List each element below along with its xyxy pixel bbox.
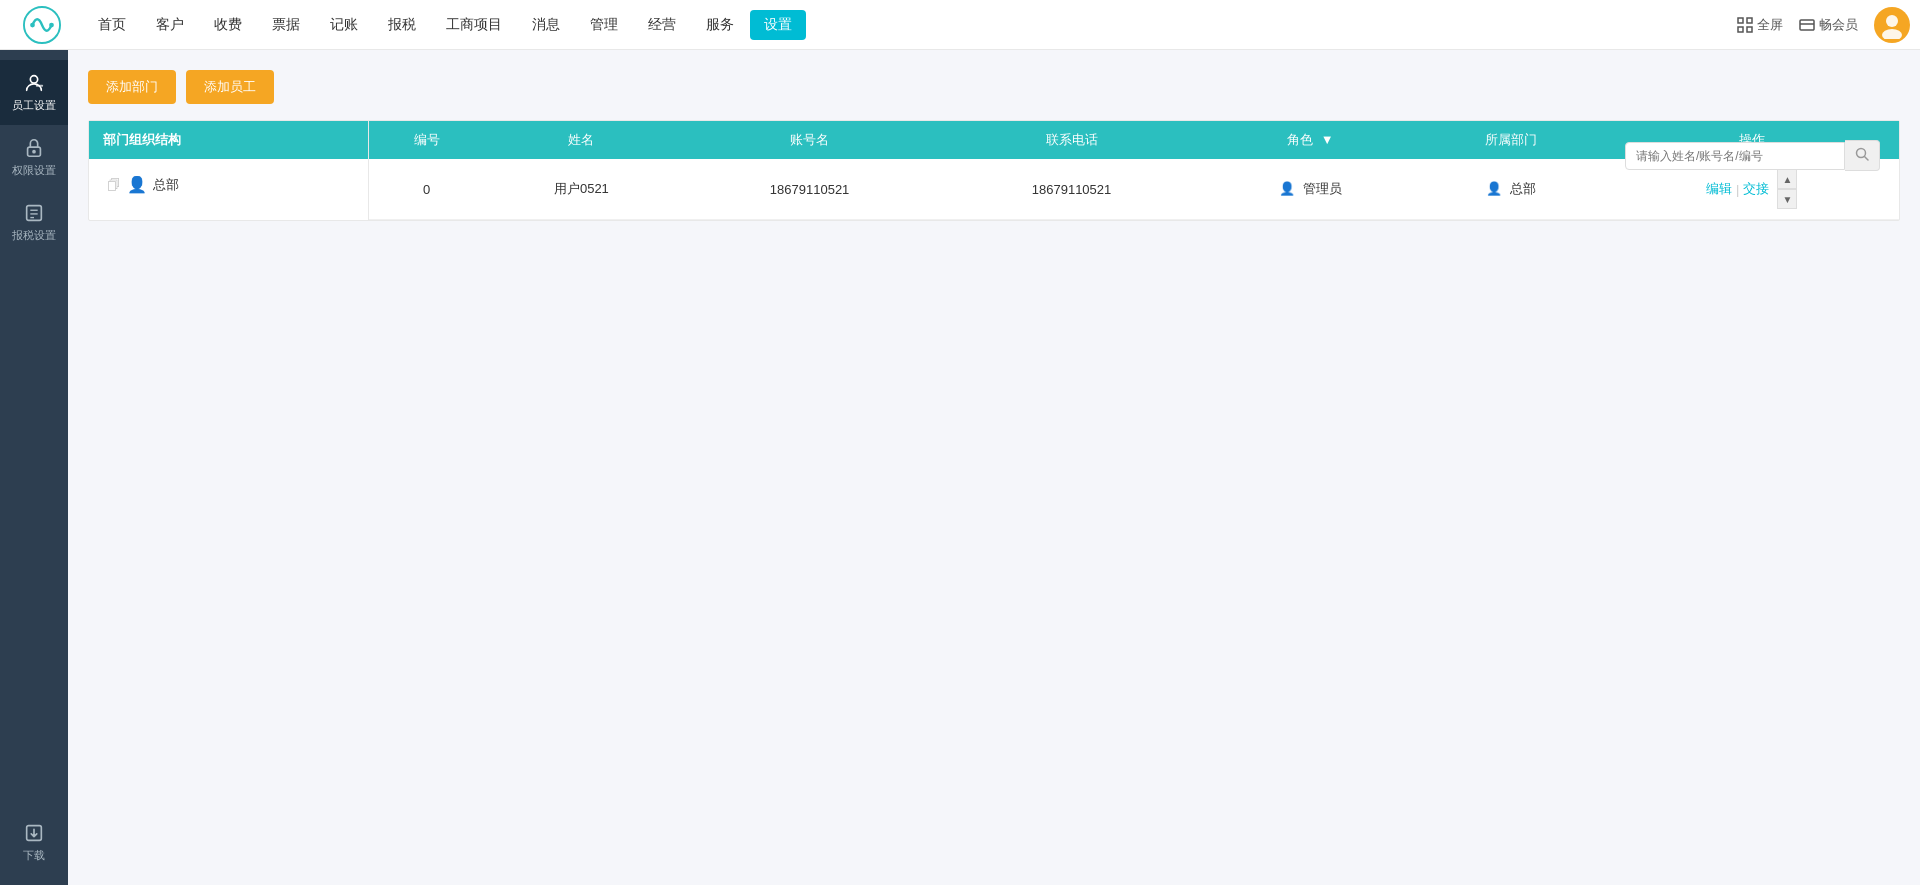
svg-rect-3 (1738, 18, 1743, 23)
nav-item-client[interactable]: 客户 (142, 10, 198, 40)
col-role: 角色 ▼ (1202, 121, 1418, 159)
search-button[interactable] (1845, 140, 1880, 171)
sidebar-item-permission[interactable]: 权限设置 (0, 125, 68, 190)
svg-rect-5 (1738, 27, 1743, 32)
nav-item-message[interactable]: 消息 (518, 10, 574, 40)
nav-item-service[interactable]: 服务 (692, 10, 748, 40)
cell-dept: 👤 总部 (1418, 159, 1604, 220)
nav-item-home[interactable]: 首页 (84, 10, 140, 40)
avatar[interactable] (1874, 7, 1910, 43)
dept-tree-header: 部门组织结构 (89, 121, 368, 159)
col-name: 姓名 (484, 121, 678, 159)
nav-item-invoice[interactable]: 票据 (258, 10, 314, 40)
sidebar: 员工设置 权限设置 报税设置 (0, 50, 68, 885)
col-account: 账号名 (679, 121, 941, 159)
taxsettings-icon (23, 202, 45, 224)
transfer-button[interactable]: 交接 (1743, 180, 1769, 198)
sidebar-bottom-label: 下载 (23, 848, 45, 863)
sidebar-item-employee-label: 员工设置 (12, 98, 56, 113)
action-bar: 添加部门 添加员工 (88, 70, 1900, 104)
nav-item-operate[interactable]: 经营 (634, 10, 690, 40)
svg-point-11 (30, 76, 37, 83)
dept-tree-content: 🗍 👤 总部 (89, 159, 368, 210)
member-icon (1799, 17, 1815, 33)
svg-rect-12 (36, 85, 43, 87)
member-label: 畅会员 (1819, 16, 1858, 34)
cell-name: 用户0521 (484, 159, 678, 220)
search-icon (1855, 147, 1869, 161)
avatar-icon (1878, 11, 1906, 39)
content-area: 添加部门 添加员工 部门组织结构 🗍 (68, 50, 1920, 885)
nav-items: 首页 客户 收费 票据 记账 报税 工商项目 消息 管理 经营 服务 设置 (84, 10, 1737, 40)
dept-user-icon: 👤 (127, 175, 147, 194)
cell-phone: 18679110521 (941, 159, 1203, 220)
dept-tree-item-general[interactable]: 🗍 👤 总部 (99, 169, 358, 200)
main-layout: 员工设置 权限设置 报税设置 (0, 50, 1920, 885)
employee-icon (23, 72, 45, 94)
nav-item-settings[interactable]: 设置 (750, 10, 806, 40)
nav-right: 全屏 畅会员 (1737, 7, 1910, 43)
permission-icon (23, 137, 45, 159)
sidebar-item-permission-label: 权限设置 (12, 163, 56, 178)
edit-button[interactable]: 编辑 (1706, 180, 1732, 198)
role-filter-icon[interactable]: ▼ (1321, 132, 1334, 147)
svg-point-2 (49, 22, 54, 27)
scroll-up-button[interactable]: ▲ (1777, 169, 1797, 189)
search-bar (1625, 140, 1880, 171)
add-dept-button[interactable]: 添加部门 (88, 70, 176, 104)
dept-item-label: 总部 (153, 176, 179, 194)
nav-item-tax[interactable]: 报税 (374, 10, 430, 40)
fullscreen-label: 全屏 (1757, 16, 1783, 34)
svg-line-21 (1865, 157, 1869, 161)
sidebar-item-taxsettings-label: 报税设置 (12, 228, 56, 243)
sidebar-item-download[interactable]: 下载 (0, 810, 68, 875)
nav-item-accounting[interactable]: 记账 (316, 10, 372, 40)
svg-rect-7 (1800, 20, 1814, 30)
svg-rect-4 (1747, 18, 1752, 23)
dept-user-icon-row: 👤 (1486, 181, 1502, 196)
sidebar-item-employee[interactable]: 员工设置 (0, 60, 68, 125)
svg-point-14 (32, 150, 36, 154)
role-user-icon: 👤 (1279, 181, 1295, 196)
dept-tree: 部门组织结构 🗍 👤 总部 (89, 121, 369, 220)
fullscreen-button[interactable]: 全屏 (1737, 16, 1783, 34)
search-input[interactable] (1625, 142, 1845, 170)
svg-point-9 (1886, 15, 1898, 27)
nav-item-business[interactable]: 工商项目 (432, 10, 516, 40)
member-button[interactable]: 畅会员 (1799, 16, 1858, 34)
scroll-down-button[interactable]: ▼ (1777, 189, 1797, 209)
add-employee-button[interactable]: 添加员工 (186, 70, 274, 104)
cell-id: 0 (369, 159, 484, 220)
nav-item-manage[interactable]: 管理 (576, 10, 632, 40)
cell-account: 18679110521 (679, 159, 941, 220)
svg-point-1 (30, 22, 35, 27)
fullscreen-icon (1737, 17, 1753, 33)
col-id: 编号 (369, 121, 484, 159)
nav-item-fee[interactable]: 收费 (200, 10, 256, 40)
sidebar-item-taxsettings[interactable]: 报税设置 (0, 190, 68, 255)
col-phone: 联系电话 (941, 121, 1203, 159)
top-area: 添加部门 添加员工 (88, 70, 1900, 104)
svg-rect-6 (1747, 27, 1752, 32)
svg-point-10 (1882, 29, 1902, 39)
logo (10, 6, 74, 44)
sidebar-bottom: 下载 (0, 810, 68, 875)
cell-role: 👤 管理员 (1202, 159, 1418, 220)
col-dept: 所属部门 (1418, 121, 1604, 159)
dept-file-icon: 🗍 (107, 177, 121, 193)
download-icon (23, 822, 45, 844)
top-navigation: 首页 客户 收费 票据 记账 报税 工商项目 消息 管理 经营 服务 设置 全屏 (0, 0, 1920, 50)
